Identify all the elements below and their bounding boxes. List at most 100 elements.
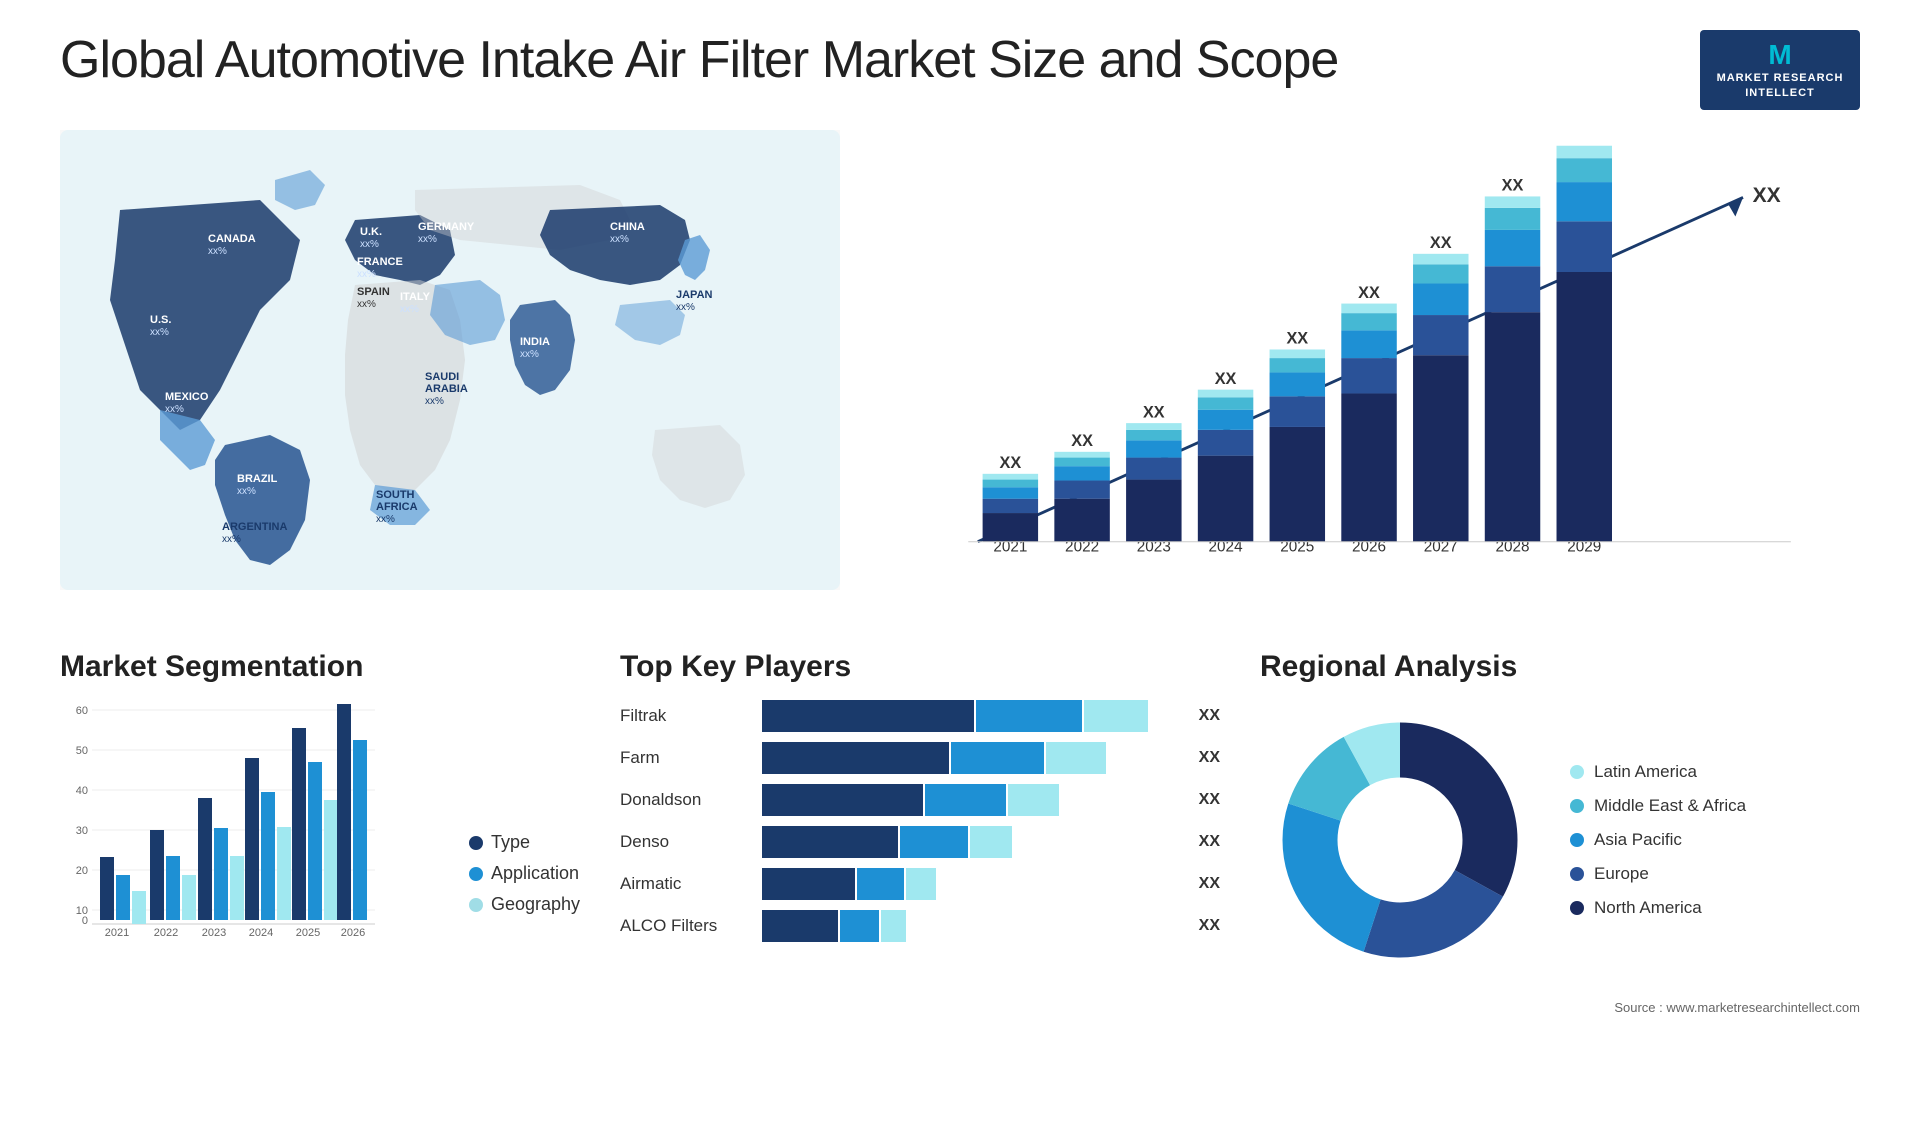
page-container: Global Automotive Intake Air Filter Mark… [0, 0, 1920, 1146]
legend-label-asia: Asia Pacific [1594, 830, 1682, 850]
player-value-farm: XX [1199, 749, 1220, 767]
legend-label-type: Type [491, 832, 530, 853]
source-text: Source : www.marketresearchintellect.com [1260, 1000, 1860, 1015]
bar-seg-2 [900, 826, 968, 858]
page-title: Global Automotive Intake Air Filter Mark… [60, 30, 1338, 90]
svg-text:xx%: xx% [150, 327, 169, 338]
svg-text:50: 50 [76, 745, 88, 757]
player-bar-alco [762, 910, 1187, 942]
svg-text:2026: 2026 [1352, 538, 1386, 555]
regional-legend: Latin America Middle East & Africa Asia … [1570, 762, 1746, 918]
svg-text:60: 60 [76, 705, 88, 717]
svg-text:SPAIN: SPAIN [357, 286, 390, 298]
svg-text:XX: XX [1000, 454, 1022, 472]
seg-chart-svg: 60 50 40 30 20 10 0 [60, 700, 380, 940]
svg-text:XX: XX [1502, 177, 1524, 195]
svg-text:MEXICO: MEXICO [165, 391, 209, 403]
legend-dot-asia [1570, 833, 1584, 847]
svg-text:U.K.: U.K. [360, 226, 382, 238]
seg-legend: Type Application Geography [469, 832, 580, 945]
legend-item-north-america: North America [1570, 898, 1746, 918]
legend-item-application: Application [469, 863, 580, 884]
svg-text:xx%: xx% [237, 486, 256, 497]
svg-text:XX: XX [1215, 370, 1237, 388]
svg-text:2028: 2028 [1496, 538, 1530, 555]
svg-text:xx%: xx% [357, 269, 376, 280]
player-value-alco: XX [1199, 917, 1220, 935]
list-item: Filtrak XX [620, 700, 1220, 732]
svg-text:FRANCE: FRANCE [357, 256, 403, 268]
world-map: CANADA xx% U.S. xx% MEXICO xx% BRAZIL xx… [60, 130, 840, 590]
legend-item-latin-america: Latin America [1570, 762, 1746, 782]
svg-text:XX: XX [1143, 403, 1165, 421]
player-bar-farm [762, 742, 1187, 774]
regional-section: Regional Analysis [1260, 650, 1860, 1015]
svg-text:xx%: xx% [425, 396, 444, 407]
svg-text:XX: XX [1753, 184, 1781, 207]
svg-text:2026: 2026 [341, 927, 365, 939]
legend-item-type: Type [469, 832, 580, 853]
bar-seg-1 [762, 868, 855, 900]
player-bar-denso [762, 826, 1187, 858]
svg-text:2025: 2025 [296, 927, 320, 939]
svg-text:U.S.: U.S. [150, 314, 171, 326]
player-name-farm: Farm [620, 748, 750, 768]
svg-text:INDIA: INDIA [520, 336, 550, 348]
list-item: Donaldson XX [620, 784, 1220, 816]
player-name-alco: ALCO Filters [620, 916, 750, 936]
map-section: CANADA xx% U.S. xx% MEXICO xx% BRAZIL xx… [60, 130, 840, 610]
svg-text:xx%: xx% [357, 299, 376, 310]
legend-dot-application [469, 867, 483, 881]
bar-seg-3 [1046, 742, 1105, 774]
bar-seg-1 [762, 700, 974, 732]
svg-text:BRAZIL: BRAZIL [237, 473, 278, 485]
list-item: ALCO Filters XX [620, 910, 1220, 942]
svg-text:xx%: xx% [360, 239, 379, 250]
seg-chart-container: 60 50 40 30 20 10 0 [60, 700, 580, 945]
svg-text:xx%: xx% [165, 404, 184, 415]
svg-text:2025: 2025 [1280, 538, 1314, 555]
player-value-denso: XX [1199, 833, 1220, 851]
svg-text:xx%: xx% [610, 234, 629, 245]
legend-label-latin: Latin America [1594, 762, 1697, 782]
bar-seg-3 [1084, 700, 1148, 732]
svg-text:AFRICA: AFRICA [376, 501, 418, 513]
player-name-donaldson: Donaldson [620, 790, 750, 810]
legend-label-europe: Europe [1594, 864, 1649, 884]
svg-text:xx%: xx% [676, 302, 695, 313]
legend-item-geography: Geography [469, 894, 580, 915]
svg-text:GERMANY: GERMANY [418, 221, 475, 233]
svg-text:XX: XX [1358, 284, 1380, 302]
bottom-section: Market Segmentation 60 50 40 30 20 10 0 [60, 650, 1860, 1015]
svg-text:SAUDI: SAUDI [425, 371, 459, 383]
seg-chart: 60 50 40 30 20 10 0 [60, 700, 449, 945]
legend-label-na: North America [1594, 898, 1702, 918]
svg-text:2024: 2024 [1209, 538, 1244, 555]
svg-text:ITALY: ITALY [400, 291, 431, 303]
bar-seg-2 [925, 784, 1006, 816]
regional-title: Regional Analysis [1260, 650, 1860, 684]
player-value-filtrak: XX [1199, 707, 1220, 725]
player-name-denso: Denso [620, 832, 750, 852]
legend-dot-type [469, 836, 483, 850]
legend-dot-middle-east [1570, 799, 1584, 813]
svg-text:ARGENTINA: ARGENTINA [222, 521, 287, 533]
list-item: Airmatic XX [620, 868, 1220, 900]
svg-text:2027: 2027 [1424, 538, 1458, 555]
bar-seg-3 [881, 910, 906, 942]
players-title: Top Key Players [620, 650, 1220, 684]
svg-text:xx%: xx% [376, 514, 395, 525]
list-item: Farm XX [620, 742, 1220, 774]
segmentation-section: Market Segmentation 60 50 40 30 20 10 0 [60, 650, 580, 1015]
svg-text:2022: 2022 [1065, 538, 1099, 555]
player-bar-donaldson [762, 784, 1187, 816]
legend-label-middle-east: Middle East & Africa [1594, 796, 1746, 816]
legend-item-middle-east: Middle East & Africa [1570, 796, 1746, 816]
legend-item-europe: Europe [1570, 864, 1746, 884]
bar-seg-2 [976, 700, 1082, 732]
donut-svg [1260, 700, 1540, 980]
segmentation-title: Market Segmentation [60, 650, 580, 684]
legend-dot-latin [1570, 765, 1584, 779]
svg-text:SOUTH: SOUTH [376, 489, 415, 501]
bar-seg-1 [762, 826, 898, 858]
